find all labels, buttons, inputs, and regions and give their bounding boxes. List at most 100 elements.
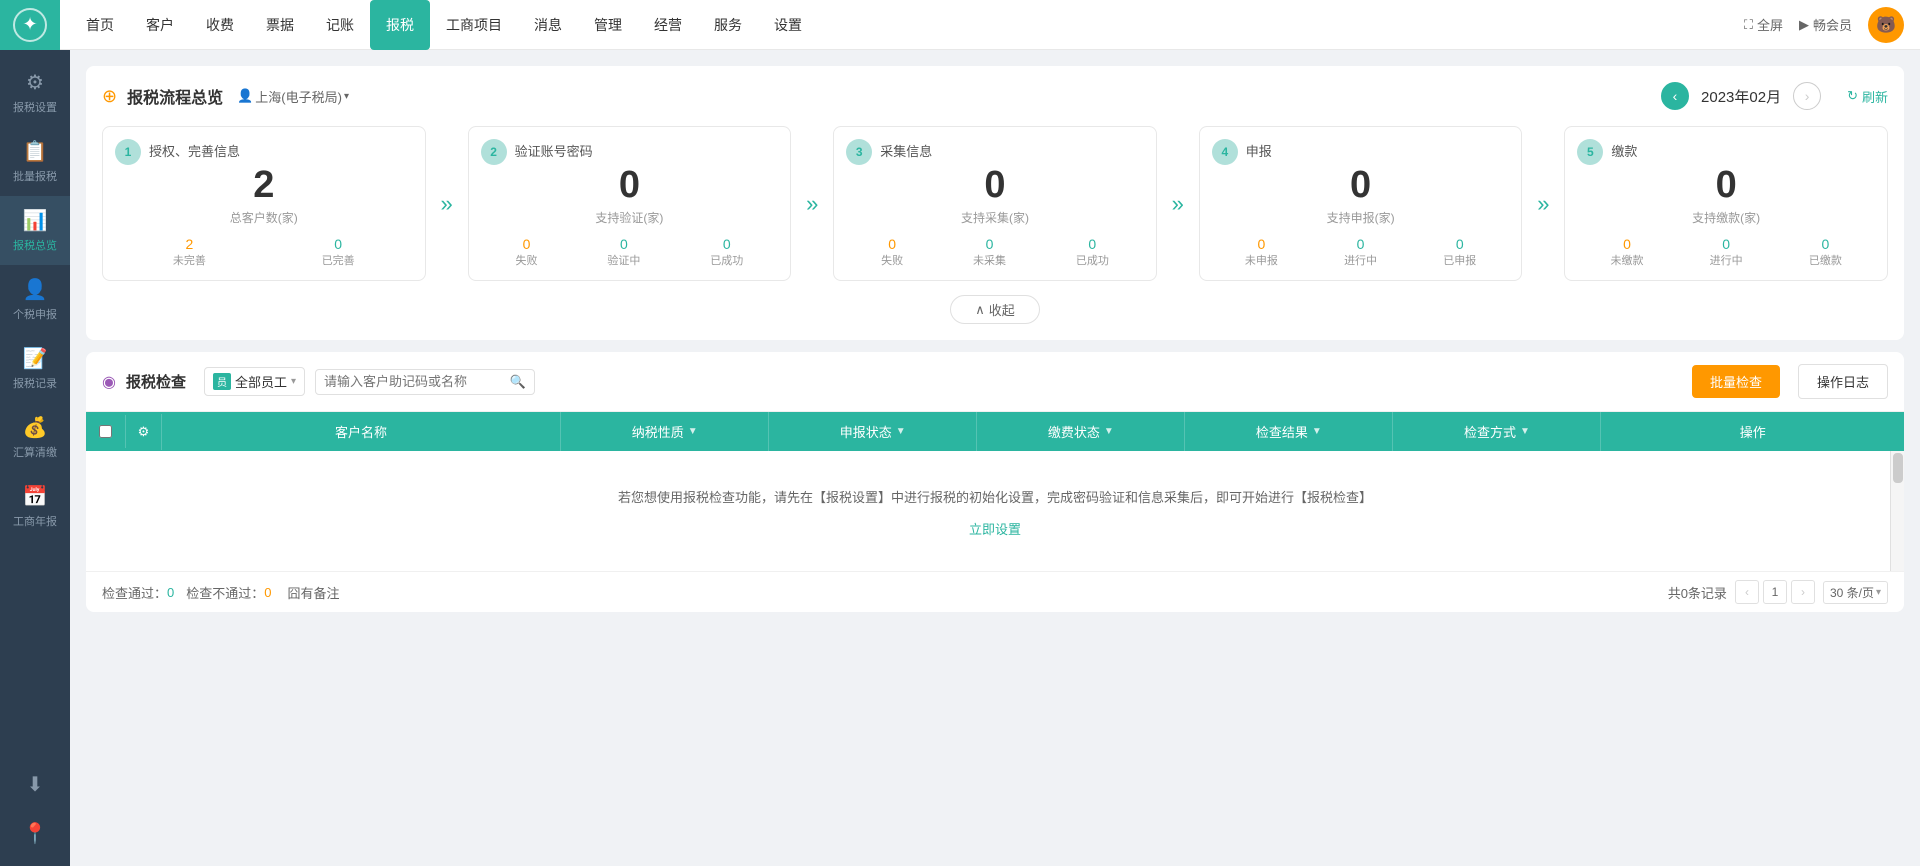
nav-item-accounting[interactable]: 记账 [310, 0, 370, 50]
th-tax-nature[interactable]: 纳税性质 ▼ [561, 412, 769, 451]
step-1-stats: 2 未完善 0 已完善 [115, 236, 413, 268]
refresh-btn[interactable]: ↻ 刷新 [1847, 87, 1888, 106]
refresh-icon: ↻ [1847, 88, 1858, 104]
collapse-btn[interactable]: ∧ 收起 [950, 295, 1040, 324]
tax-overview-icon: 📊 [23, 208, 48, 233]
filter-icon-payment: ▼ [1104, 426, 1114, 437]
filter-icon-declaration: ▼ [896, 426, 906, 437]
stat-3-2[interactable]: 0 已成功 [1076, 236, 1109, 268]
stat-4-1[interactable]: 0 进行中 [1344, 236, 1377, 268]
stat-3-0[interactable]: 0 失败 [881, 236, 903, 268]
sidebar-item-personal[interactable]: 👤 个税申报 [0, 265, 70, 334]
search-box: 🔍 [315, 369, 535, 395]
nav-item-message[interactable]: 消息 [518, 0, 578, 50]
step-1-title: 授权、完善信息 [149, 141, 413, 160]
month-display: 2023年02月 [1701, 86, 1781, 107]
note-label: 囧有备注 [288, 583, 340, 602]
sidebar-item-settlement[interactable]: 💰 汇算清缴 [0, 403, 70, 472]
step-1-number: 2 [115, 164, 413, 207]
operation-log-btn[interactable]: 操作日志 [1798, 364, 1888, 399]
th-payment-status[interactable]: 缴费状态 ▼ [977, 412, 1185, 451]
nav-item-home[interactable]: 首页 [70, 0, 130, 50]
sidebar-download-btn[interactable]: ⬇ [0, 760, 70, 809]
step-5-subtitle: 支持缴款(家) [1577, 209, 1875, 226]
flow-arrow-1: » [426, 126, 468, 281]
pass-label: 检查通过： [102, 583, 167, 602]
sidebar-label-tax-overview: 报税总览 [13, 237, 57, 253]
sidebar-item-batch-tax[interactable]: 📋 批量报税 [0, 127, 70, 196]
footer-right: 共0条记录 ‹ 1 › 30 条/页 ▾ [1668, 580, 1888, 604]
table-footer: 检查通过： 0 检查不通过： 0 囧有备注 共0条记录 ‹ 1 › 30 条/页… [86, 571, 1904, 612]
sidebar-item-tax-settings[interactable]: ⚙ 报税设置 [0, 58, 70, 127]
stat-4-2[interactable]: 0 已申报 [1443, 236, 1476, 268]
flow-arrow-3: » [1157, 126, 1199, 281]
step-4-number: 0 [1212, 164, 1510, 207]
check-title-icon: ◉ [102, 372, 116, 392]
search-icon[interactable]: 🔍 [510, 374, 526, 390]
download-icon: ⬇ [27, 772, 44, 797]
sidebar-item-annual[interactable]: 📅 工商年报 [0, 472, 70, 541]
sidebar-label-settlement: 汇算清缴 [13, 444, 57, 460]
membership-btn[interactable]: ▶ 畅会员 [1799, 15, 1852, 34]
setup-link[interactable]: 立即设置 [969, 519, 1021, 538]
location-tag[interactable]: 👤 上海(电子税局) ▾ [237, 87, 349, 106]
nav-item-management[interactable]: 管理 [578, 0, 638, 50]
stat-5-0[interactable]: 0 未缴款 [1610, 236, 1643, 268]
step-2-stats: 0 失败 0 验证中 0 已成功 [481, 236, 779, 268]
main-layout: ⚙ 报税设置 📋 批量报税 📊 报税总览 👤 个税申报 📝 报税记录 💰 汇算清… [0, 50, 1920, 866]
nav-item-invoice[interactable]: 票据 [250, 0, 310, 50]
check-header: ◉ 报税检查 员 全部员工 ▾ 🔍 批量检查 操作日志 [86, 352, 1904, 412]
tax-settings-icon: ⚙ [26, 70, 44, 95]
nav-item-service[interactable]: 服务 [698, 0, 758, 50]
flow-steps: 1 授权、完善信息 2 总客户数(家) 2 未完善 0 已完善 [102, 126, 1888, 281]
step-5-title: 缴款 [1611, 141, 1875, 160]
nav-item-tax[interactable]: 报税 [370, 0, 430, 50]
avatar[interactable]: 🐻 [1868, 7, 1904, 43]
sidebar: ⚙ 报税设置 📋 批量报税 📊 报税总览 👤 个税申报 📝 报税记录 💰 汇算清… [0, 50, 70, 866]
sidebar-label-tax-settings: 报税设置 [13, 99, 57, 115]
step-num-3: 3 [846, 139, 872, 165]
step-5-number: 0 [1577, 164, 1875, 207]
stat-4-0[interactable]: 0 未申报 [1245, 236, 1278, 268]
stat-1-1[interactable]: 0 已完善 [322, 236, 355, 268]
stat-1-0[interactable]: 2 未完善 [173, 236, 206, 268]
step-2-subtitle: 支持验证(家) [481, 209, 779, 226]
nav-item-business[interactable]: 工商项目 [430, 0, 518, 50]
sidebar-item-tax-overview[interactable]: 📊 报税总览 [0, 196, 70, 265]
nav-item-settings[interactable]: 设置 [758, 0, 818, 50]
dropdown-icon: ▾ [344, 91, 349, 102]
th-checkbox[interactable] [86, 415, 126, 448]
nav-item-operation[interactable]: 经营 [638, 0, 698, 50]
prev-month-btn[interactable]: ‹ [1661, 82, 1689, 110]
content-area: ⊕ 报税流程总览 👤 上海(电子税局) ▾ ‹ 2023年02月 › ↻ 刷新 [70, 50, 1920, 866]
current-page: 1 [1763, 580, 1787, 604]
scrollbar[interactable] [1890, 451, 1904, 571]
sidebar-location-btn[interactable]: 📍 [0, 809, 70, 858]
employee-select[interactable]: 员 全部员工 ▾ [204, 367, 305, 396]
stat-2-1[interactable]: 0 验证中 [607, 236, 640, 268]
th-gear[interactable]: ⚙ [126, 414, 162, 450]
stat-5-1[interactable]: 0 进行中 [1710, 236, 1743, 268]
fullscreen-btn[interactable]: ⛶ 全屏 [1744, 15, 1783, 34]
search-input[interactable] [324, 374, 504, 389]
next-page-btn[interactable]: › [1791, 580, 1815, 604]
batch-check-btn[interactable]: 批量检查 [1692, 365, 1780, 398]
th-check-method[interactable]: 检查方式 ▼ [1393, 412, 1601, 451]
select-all-checkbox[interactable] [99, 425, 112, 438]
stat-2-0[interactable]: 0 失败 [516, 236, 538, 268]
nav-item-fee[interactable]: 收费 [190, 0, 250, 50]
prev-page-btn[interactable]: ‹ [1735, 580, 1759, 604]
th-check-result[interactable]: 检查结果 ▼ [1185, 412, 1393, 451]
th-declaration-status[interactable]: 申报状态 ▼ [769, 412, 977, 451]
pagination: ‹ 1 › [1735, 580, 1815, 604]
stat-3-1[interactable]: 0 未采集 [973, 236, 1006, 268]
stat-5-2[interactable]: 0 已缴款 [1809, 236, 1842, 268]
nav-item-client[interactable]: 客户 [130, 0, 190, 50]
stat-2-2[interactable]: 0 已成功 [710, 236, 743, 268]
fail-count[interactable]: 0 [264, 585, 271, 600]
sidebar-item-records[interactable]: 📝 报税记录 [0, 334, 70, 403]
per-page-select[interactable]: 30 条/页 ▾ [1823, 581, 1888, 604]
pass-count[interactable]: 0 [167, 585, 174, 600]
next-month-btn[interactable]: › [1793, 82, 1821, 110]
step-4-stats: 0 未申报 0 进行中 0 已申报 [1212, 236, 1510, 268]
